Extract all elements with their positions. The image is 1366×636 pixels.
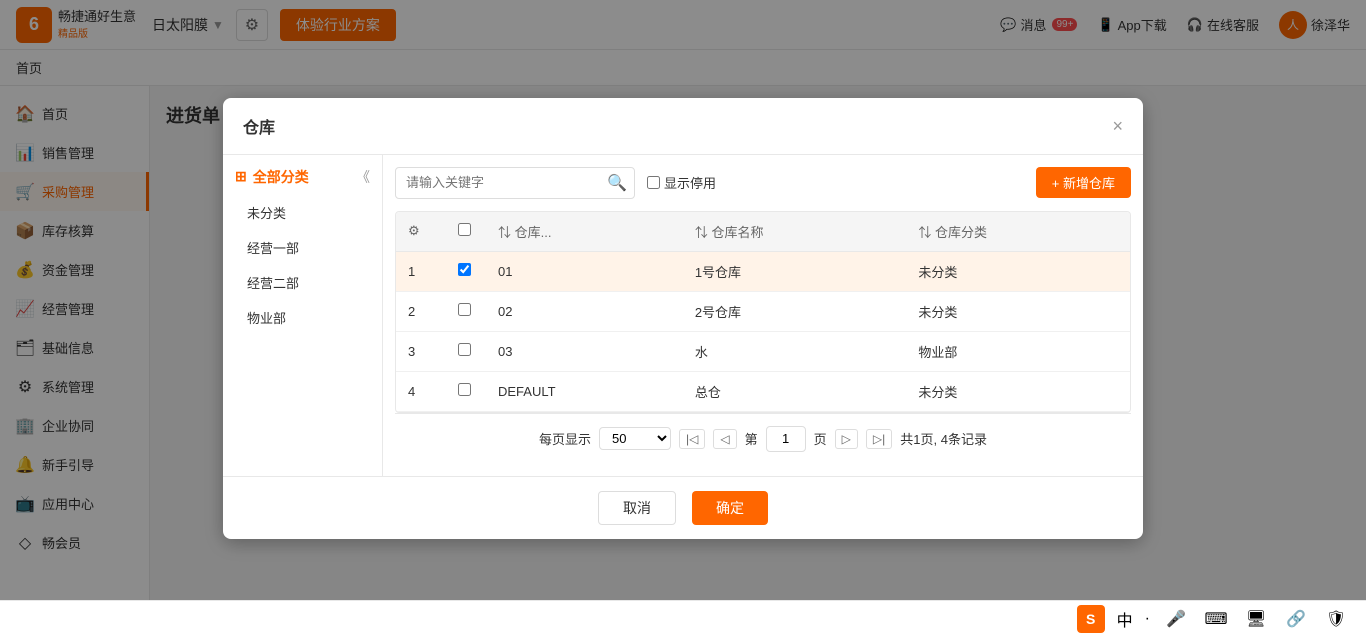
table-row[interactable]: 2 02 2号仓库 未分类: [396, 291, 1130, 331]
page-unit: 页: [814, 429, 827, 448]
row-index: 2: [396, 291, 446, 331]
all-category-text: 全部分类: [253, 167, 309, 187]
table-body: 1 01 1号仓库 未分类 2 02 2号仓库 未分类 3 03 水 物业部 4…: [396, 251, 1130, 411]
collapse-button[interactable]: 《: [356, 167, 370, 187]
bottom-bar: S 中 · 🎤 ⌨ 🖥 🔗 🛡: [0, 600, 1366, 636]
category-item-1[interactable]: 经营一部: [223, 230, 382, 265]
page-input[interactable]: [766, 426, 806, 452]
page-label-text: 第: [745, 429, 758, 448]
table-row[interactable]: 1 01 1号仓库 未分类: [396, 251, 1130, 291]
gear-icon: ⚙: [408, 223, 420, 238]
col-category-header: ⇅ 仓库分类: [906, 212, 1130, 252]
link-icon[interactable]: 🔗: [1282, 605, 1310, 633]
col-name-header: ⇅ 仓库名称: [683, 212, 907, 252]
zhong-label: 中: [1117, 607, 1133, 631]
modal-close-button[interactable]: ×: [1112, 117, 1123, 135]
table-header-row: ⚙ ⇅ 仓库... ⇅: [396, 212, 1130, 252]
search-input[interactable]: [395, 167, 635, 199]
row-code: 01: [486, 251, 683, 291]
col-gear: ⚙: [396, 212, 446, 252]
last-page-btn[interactable]: ▷|: [866, 429, 892, 449]
row-index: 3: [396, 331, 446, 371]
category-sidebar: ⊞ 全部分类 《 未分类 经营一部 经营二部 物业部: [223, 155, 383, 476]
warehouse-table-wrap: ⚙ ⇅ 仓库... ⇅: [395, 211, 1131, 413]
category-item-3[interactable]: 物业部: [223, 300, 382, 335]
per-page-label: 每页显示: [539, 429, 591, 448]
total-info: 共1页, 4条记录: [900, 429, 987, 448]
row-checkbox[interactable]: [446, 371, 486, 411]
row-code: 03: [486, 331, 683, 371]
show-disabled-checkbox[interactable]: [647, 176, 660, 189]
row-index: 4: [396, 371, 446, 411]
row-code: DEFAULT: [486, 371, 683, 411]
modal-body: ⊞ 全部分类 《 未分类 经营一部 经营二部 物业部 🔍: [223, 155, 1143, 476]
row-code: 02: [486, 291, 683, 331]
dot-icon: ·: [1145, 610, 1150, 628]
warehouse-table: ⚙ ⇅ 仓库... ⇅: [396, 212, 1130, 412]
sort-icon-3: ⇅: [918, 225, 931, 240]
row-checkbox[interactable]: [446, 331, 486, 371]
confirm-button[interactable]: 确定: [692, 491, 768, 525]
modal-overlay: 仓库 × ⊞ 全部分类 《 未分类 经营一部 经营二部 物业部: [0, 0, 1366, 636]
row-checkbox[interactable]: [446, 251, 486, 291]
col-checkbox: [446, 212, 486, 252]
cancel-button[interactable]: 取消: [598, 491, 676, 525]
search-icon[interactable]: 🔍: [607, 173, 627, 193]
sort-icon: ⇅: [498, 225, 511, 240]
all-category-label[interactable]: ⊞ 全部分类: [235, 167, 309, 187]
row-category: 物业部: [906, 331, 1130, 371]
show-disabled-label[interactable]: 显示停用: [647, 173, 716, 192]
add-warehouse-button[interactable]: + 新增仓库: [1036, 167, 1131, 198]
keyboard-icon[interactable]: ⌨: [1202, 605, 1230, 633]
modal-footer: 取消 确定: [223, 476, 1143, 539]
first-page-btn[interactable]: |◁: [679, 429, 705, 449]
show-disabled-text: 显示停用: [664, 173, 716, 192]
row-name: 1号仓库: [683, 251, 907, 291]
row-category: 未分类: [906, 371, 1130, 411]
grid-icon: ⊞: [235, 168, 247, 185]
row-category: 未分类: [906, 251, 1130, 291]
mic-icon[interactable]: 🎤: [1162, 605, 1190, 633]
sort-icon-2: ⇅: [695, 225, 708, 240]
monitor-icon[interactable]: 🖥: [1242, 605, 1270, 633]
modal-title: 仓库: [243, 114, 275, 138]
s-logo: S: [1077, 605, 1105, 633]
category-item-2[interactable]: 经营二部: [223, 265, 382, 300]
per-page-select[interactable]: 50 20 100: [599, 427, 671, 450]
row-index: 1: [396, 251, 446, 291]
search-input-wrap: 🔍: [395, 167, 635, 199]
row-checkbox[interactable]: [446, 291, 486, 331]
col-code-header: ⇅ 仓库...: [486, 212, 683, 252]
shield-icon[interactable]: 🛡: [1322, 605, 1350, 633]
select-all-checkbox[interactable]: [458, 223, 471, 236]
row-name: 2号仓库: [683, 291, 907, 331]
content-area: 🔍 显示停用 + 新增仓库 ⚙: [383, 155, 1143, 476]
row-name: 总仓: [683, 371, 907, 411]
row-name: 水: [683, 331, 907, 371]
row-category: 未分类: [906, 291, 1130, 331]
table-row[interactable]: 3 03 水 物业部: [396, 331, 1130, 371]
table-row[interactable]: 4 DEFAULT 总仓 未分类: [396, 371, 1130, 411]
warehouse-modal: 仓库 × ⊞ 全部分类 《 未分类 经营一部 经营二部 物业部: [223, 98, 1143, 539]
modal-header: 仓库 ×: [223, 98, 1143, 155]
next-page-btn[interactable]: ▷: [835, 429, 858, 449]
pagination: 每页显示 50 20 100 |◁ ◁ 第 页 ▷ ▷| 共1页, 4条记录: [395, 413, 1131, 464]
category-item-0[interactable]: 未分类: [223, 195, 382, 230]
search-bar: 🔍 显示停用 + 新增仓库: [395, 167, 1131, 199]
prev-page-btn[interactable]: ◁: [713, 429, 736, 449]
category-header: ⊞ 全部分类 《: [223, 167, 382, 195]
